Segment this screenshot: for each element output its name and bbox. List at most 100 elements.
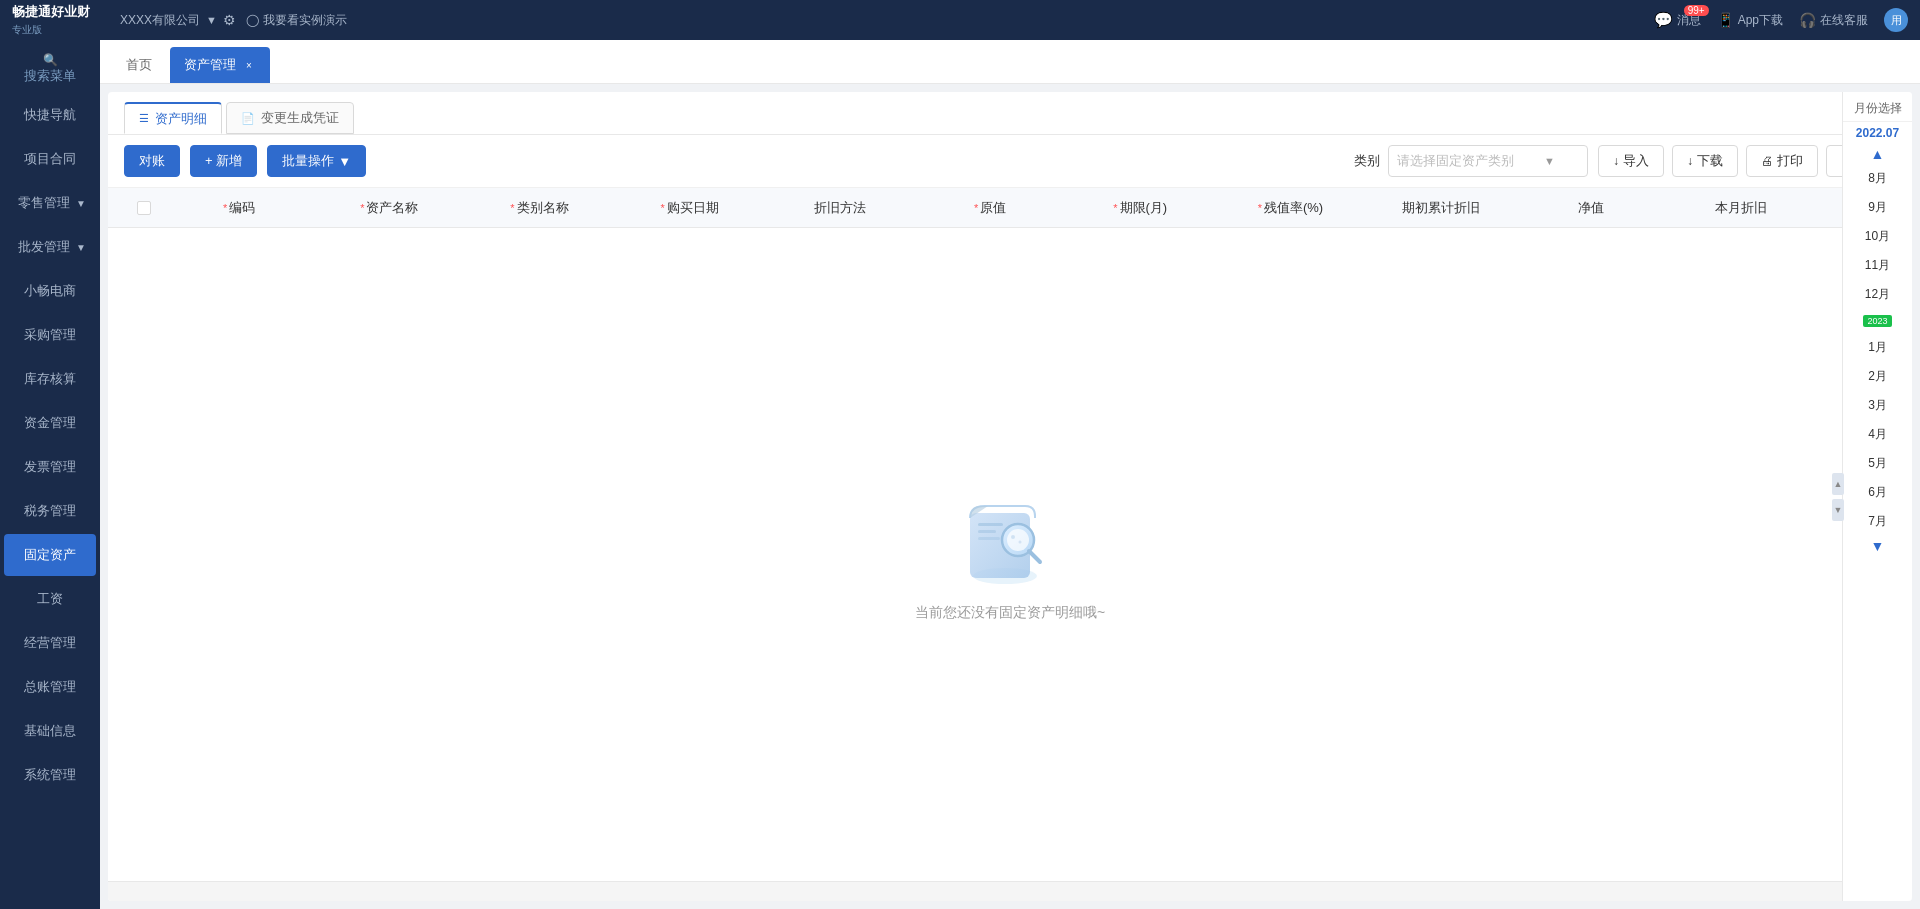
- user-avatar[interactable]: 用: [1884, 8, 1908, 32]
- company-dropdown-icon[interactable]: ▼: [206, 14, 217, 26]
- panel-collapse-up-btn[interactable]: ▲: [1832, 473, 1844, 495]
- table-col-original-value: * 原值: [915, 199, 1065, 217]
- demo-label: 我要看实例演示: [263, 12, 347, 29]
- tab-home[interactable]: 首页: [112, 47, 166, 83]
- wholesale-management-label: 批发管理: [18, 238, 70, 256]
- month-item-8[interactable]: 8月: [1843, 164, 1912, 193]
- demo-circle-icon: ◯: [246, 13, 259, 27]
- month-nav-up[interactable]: ▲: [1863, 144, 1893, 164]
- quick-nav-label: 快捷导航: [24, 106, 76, 124]
- fixed-assets-label: 固定资产: [24, 546, 76, 564]
- month-item-9[interactable]: 9月: [1843, 193, 1912, 222]
- app-download-button[interactable]: 📱 App下载: [1717, 12, 1783, 29]
- select-arrow-icon: ▼: [1544, 155, 1555, 167]
- salary-label: 工资: [37, 590, 63, 608]
- month-item-2[interactable]: 2月: [1843, 362, 1912, 391]
- month-item-4[interactable]: 4月: [1843, 420, 1912, 449]
- online-service-button[interactable]: 🎧 在线客服: [1799, 12, 1868, 29]
- message-icon: 💬: [1654, 11, 1673, 29]
- asset-detail-icon: ☰: [139, 112, 149, 125]
- tab-close-icon[interactable]: ×: [242, 58, 256, 72]
- voucher-change-label: 变更生成凭证: [261, 109, 339, 127]
- svg-rect-7: [978, 537, 1000, 540]
- month-panel-title: 月份选择: [1843, 92, 1912, 122]
- import-button[interactable]: ↓ 导入: [1598, 145, 1664, 177]
- table-col-checkbox: [124, 201, 164, 215]
- month-item-5[interactable]: 5月: [1843, 449, 1912, 478]
- sidebar-item-purchase-management[interactable]: 采购管理: [4, 314, 96, 356]
- tab-assets-management[interactable]: 资产管理 ×: [170, 47, 270, 83]
- month-item-11[interactable]: 11月: [1843, 251, 1912, 280]
- sidebar-item-general-ledger[interactable]: 总账管理: [4, 666, 96, 708]
- empty-state-text: 当前您还没有固定资产明细哦~: [915, 604, 1105, 622]
- select-all-checkbox[interactable]: [137, 201, 151, 215]
- company-name-display: XXXX有限公司: [120, 12, 200, 29]
- sidebar-item-quick-nav[interactable]: 快捷导航: [4, 94, 96, 136]
- fund-management-label: 资金管理: [24, 414, 76, 432]
- tax-management-label: 税务管理: [24, 502, 76, 520]
- tab-assets-label: 资产管理: [184, 56, 236, 74]
- month-item-year-2023: 2023: [1843, 309, 1912, 333]
- sidebar-item-search[interactable]: 🔍 搜索菜单: [0, 44, 100, 93]
- month-nav-down[interactable]: ▼: [1863, 536, 1893, 556]
- app-download-label: App下载: [1738, 12, 1783, 29]
- table-header: * 编码 * 资产名称 * 类别名称 * 购买日期 折旧方法: [108, 188, 1912, 228]
- category-select[interactable]: 请选择固定资产类别 ▼: [1388, 145, 1588, 177]
- month-item-6[interactable]: 6月: [1843, 478, 1912, 507]
- sub-tab-asset-detail[interactable]: ☰ 资产明细: [124, 102, 222, 134]
- sidebar-item-basic-info[interactable]: 基础信息: [4, 710, 96, 752]
- sidebar-item-tax-management[interactable]: 税务管理: [4, 490, 96, 532]
- add-button[interactable]: + 新增: [190, 145, 257, 177]
- month-item-12[interactable]: 12月: [1843, 280, 1912, 309]
- download-icon: ↓: [1687, 154, 1693, 168]
- empty-state: 当前您还没有固定资产明细哦~: [108, 228, 1912, 881]
- filter-area: 类别 请选择固定资产类别 ▼: [1354, 145, 1588, 177]
- top-bar-actions: 💬 消息 99+ 📱 App下载 🎧 在线客服 用: [1654, 8, 1908, 32]
- search-label: 搜索菜单: [8, 67, 92, 85]
- sidebar-item-operations-management[interactable]: 经营管理: [4, 622, 96, 664]
- sidebar-item-ecommerce[interactable]: 小畅电商: [4, 270, 96, 312]
- download-button[interactable]: ↓ 下载: [1672, 145, 1738, 177]
- basic-info-label: 基础信息: [24, 722, 76, 740]
- table-col-residual-rate: * 残值率(%): [1215, 199, 1365, 217]
- table-col-code: * 编码: [164, 199, 314, 217]
- settings-icon[interactable]: ⚙: [223, 12, 236, 28]
- demo-link[interactable]: ◯ 我要看实例演示: [246, 12, 347, 29]
- asset-detail-label: 资产明细: [155, 110, 207, 128]
- print-button[interactable]: 🖨 打印: [1746, 145, 1818, 177]
- month-item-1[interactable]: 1月: [1843, 333, 1912, 362]
- chevron-down-icon: ▼: [76, 198, 86, 209]
- ecommerce-label: 小畅电商: [24, 282, 76, 300]
- month-item-10[interactable]: 10月: [1843, 222, 1912, 251]
- sidebar-item-fund-management[interactable]: 资金管理: [4, 402, 96, 444]
- app-edition: 专业版: [12, 24, 42, 35]
- batch-ops-button[interactable]: 批量操作 ▼: [267, 145, 366, 177]
- month-item-3[interactable]: 3月: [1843, 391, 1912, 420]
- sidebar-item-inventory[interactable]: 库存核算: [4, 358, 96, 400]
- month-item-7[interactable]: 7月: [1843, 507, 1912, 536]
- sidebar-item-system-management[interactable]: 系统管理: [4, 754, 96, 796]
- sidebar-item-project-contract[interactable]: 项目合同: [4, 138, 96, 180]
- tab-bar: 首页 资产管理 ×: [100, 40, 1920, 84]
- content-area: 首页 资产管理 × ☰ 资产明细 📄 变更生成凭证: [100, 40, 1920, 909]
- headset-icon: 🎧: [1799, 12, 1816, 28]
- messages-button[interactable]: 💬 消息 99+: [1654, 11, 1701, 29]
- svg-point-9: [1019, 540, 1022, 543]
- sub-tab-bar: ☰ 资产明细 📄 变更生成凭证: [108, 92, 1912, 135]
- table-col-purchase-date: * 购买日期: [615, 199, 765, 217]
- sidebar-item-salary[interactable]: 工资: [4, 578, 96, 620]
- sidebar-item-fixed-assets[interactable]: 固定资产: [4, 534, 96, 576]
- sidebar-item-invoice-management[interactable]: 发票管理: [4, 446, 96, 488]
- svg-rect-5: [978, 523, 1003, 526]
- sub-tab-voucher-change[interactable]: 📄 变更生成凭证: [226, 102, 354, 134]
- app-name: 畅捷通好业财: [12, 4, 90, 19]
- main-layout: 🔍 搜索菜单 快捷导航 项目合同 零售管理 ▼ 批发管理 ▼ 小畅电商 采购管理…: [0, 40, 1920, 909]
- month-panel-current-year: 2022.07: [1852, 122, 1903, 144]
- sidebar-item-retail-management[interactable]: 零售管理 ▼: [4, 182, 96, 224]
- horizontal-scrollbar[interactable]: [108, 881, 1912, 901]
- reconcile-button[interactable]: 对账: [124, 145, 180, 177]
- company-selector[interactable]: XXXX有限公司 ▼ ⚙: [120, 12, 236, 29]
- sidebar-item-wholesale-management[interactable]: 批发管理 ▼: [4, 226, 96, 268]
- panel-collapse-down-btn[interactable]: ▼: [1832, 499, 1844, 521]
- svg-point-3: [1007, 529, 1029, 551]
